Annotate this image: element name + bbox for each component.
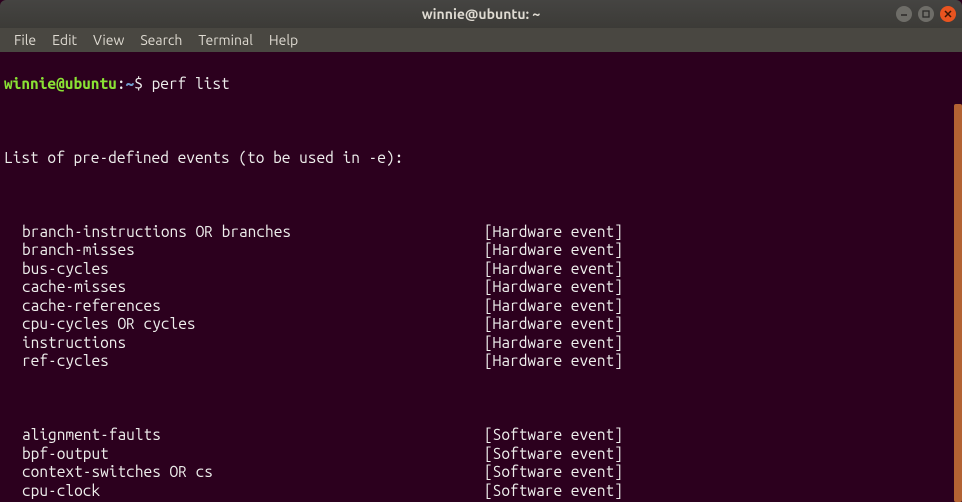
event-type: [Software event] [484,463,623,480]
list-heading: List of pre-defined events (to be used i… [4,149,958,168]
event-type: [Hardware event] [484,241,623,258]
event-row: instructions[Hardware event] [4,334,958,353]
menu-terminal[interactable]: Terminal [190,30,261,50]
titlebar: winnie@ubuntu: ~ [0,0,962,28]
close-icon[interactable] [940,6,956,22]
prompt-line: winnie@ubuntu:~$ perf list [4,75,958,94]
event-name: instructions [4,334,484,353]
event-row: ref-cycles[Hardware event] [4,352,958,371]
event-row: branch-instructions OR branches[Hardware… [4,223,958,242]
event-name: alignment-faults [4,426,484,445]
prompt-colon: : [117,75,126,92]
window-controls [896,6,956,22]
event-row: context-switches OR cs[Software event] [4,463,958,482]
event-type: [Hardware event] [484,223,623,240]
terminal-output[interactable]: winnie@ubuntu:~$ perf list List of pre-d… [0,52,962,502]
event-row: cache-misses[Hardware event] [4,278,958,297]
command: perf list [152,75,230,92]
event-type: [Hardware event] [484,278,623,295]
event-row: bus-cycles[Hardware event] [4,260,958,279]
prompt-dollar: $ [134,75,151,92]
menu-help[interactable]: Help [261,30,306,50]
menubar: File Edit View Search Terminal Help [0,28,962,52]
event-name: ref-cycles [4,352,484,371]
event-row: alignment-faults[Software event] [4,426,958,445]
event-name: cpu-cycles OR cycles [4,315,484,334]
event-name: cache-references [4,297,484,316]
blank-line [4,389,958,408]
software-events: alignment-faults[Software event]bpf-outp… [4,426,958,502]
event-name: cpu-clock [4,482,484,501]
blank-line [4,186,958,205]
event-row: cpu-cycles OR cycles[Hardware event] [4,315,958,334]
event-name: bus-cycles [4,260,484,279]
event-row: cache-references[Hardware event] [4,297,958,316]
menu-file[interactable]: File [6,30,44,50]
prompt-path: ~ [126,75,135,92]
event-name: cache-misses [4,278,484,297]
event-name: context-switches OR cs [4,463,484,482]
event-type: [Hardware event] [484,315,623,332]
event-type: [Software event] [484,482,623,499]
maximize-icon[interactable] [918,6,934,22]
menu-view[interactable]: View [85,30,132,50]
window-title: winnie@ubuntu: ~ [422,6,541,22]
menu-edit[interactable]: Edit [44,30,85,50]
event-type: [Hardware event] [484,297,623,314]
event-type: [Software event] [484,426,623,443]
scrollbar[interactable] [954,104,962,502]
event-type: [Hardware event] [484,334,623,351]
event-row: cpu-clock[Software event] [4,482,958,501]
event-name: branch-instructions OR branches [4,223,484,242]
event-type: [Hardware event] [484,260,623,277]
event-name: branch-misses [4,241,484,260]
event-row: branch-misses[Hardware event] [4,241,958,260]
event-name: bpf-output [4,445,484,464]
event-row: bpf-output[Software event] [4,445,958,464]
blank-line [4,112,958,131]
event-type: [Software event] [484,445,623,462]
minimize-icon[interactable] [896,6,912,22]
menu-search[interactable]: Search [132,30,190,50]
prompt-userhost: winnie@ubuntu [4,75,117,92]
event-type: [Hardware event] [484,352,623,369]
hardware-events: branch-instructions OR branches[Hardware… [4,223,958,371]
